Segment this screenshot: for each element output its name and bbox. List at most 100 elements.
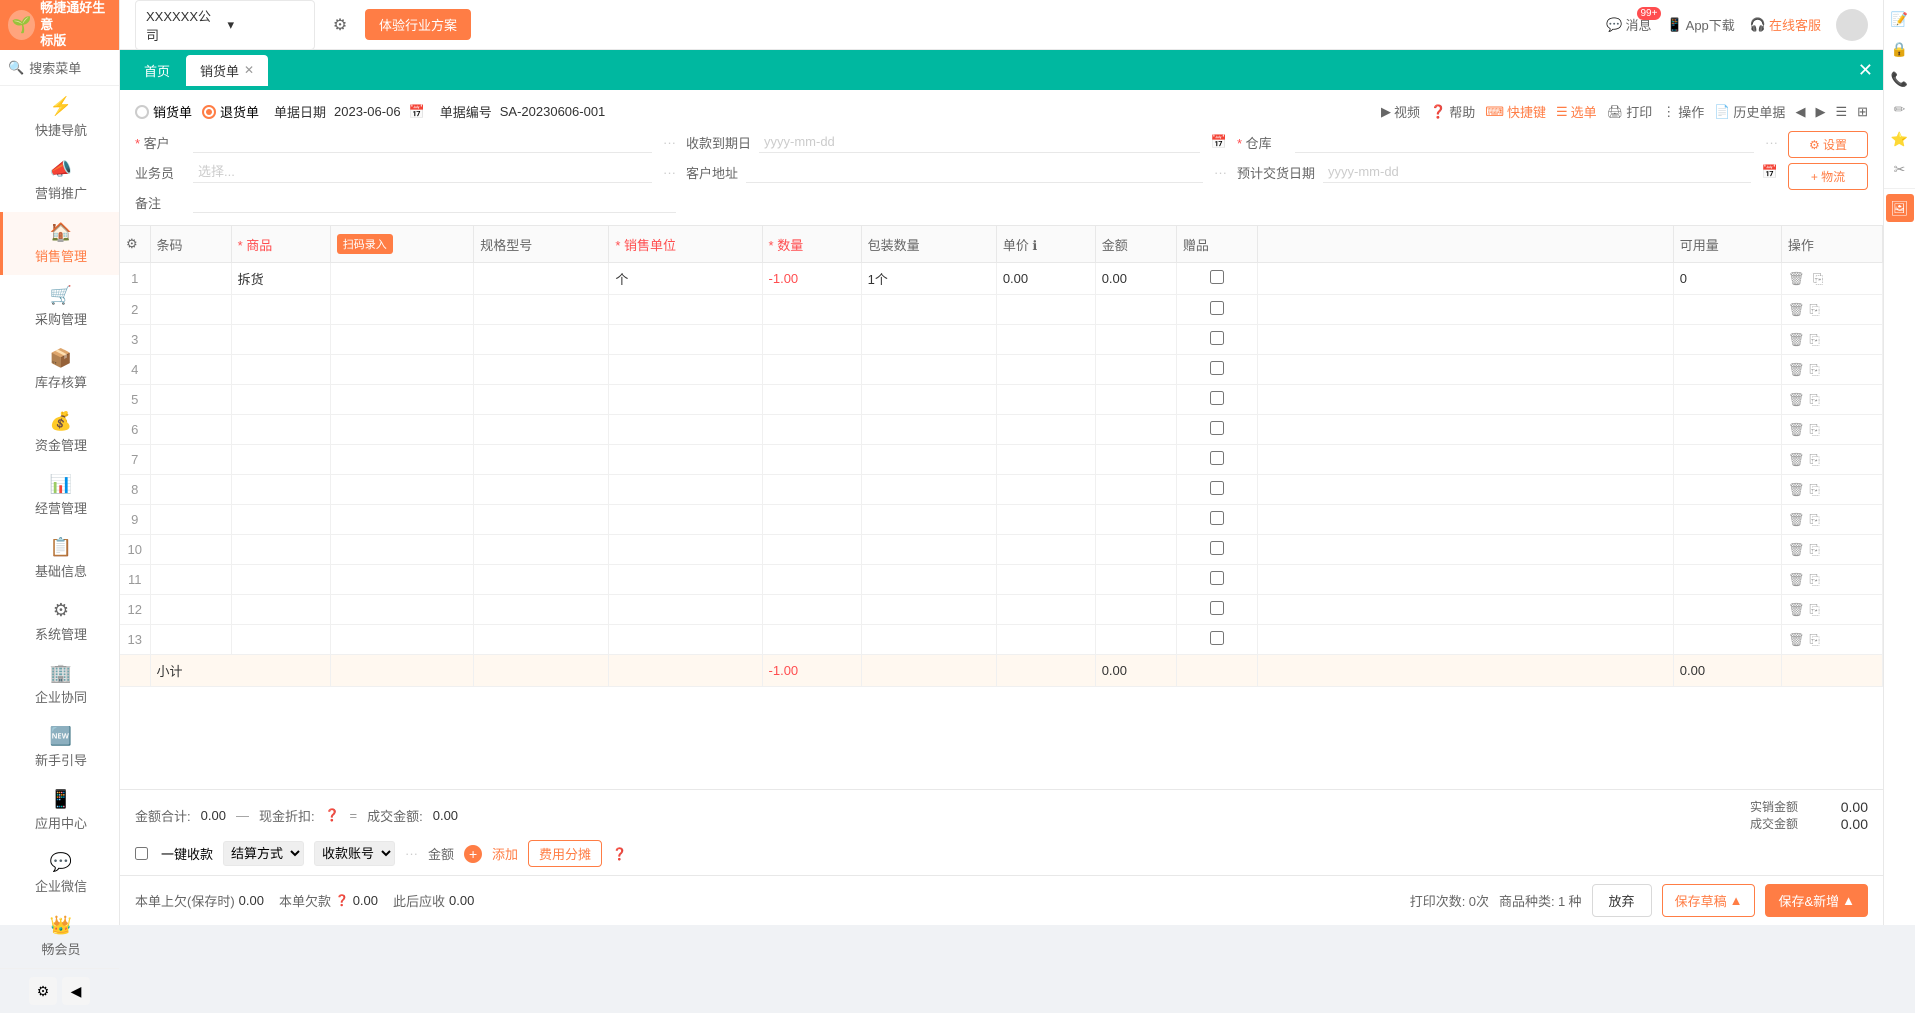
cell-unit-1[interactable]: 个 [609,263,762,295]
gift-checkbox-1[interactable] [1210,270,1224,284]
shortcut-btn[interactable]: ⌨快捷键 [1485,102,1546,121]
delete-row-3-btn[interactable]: 🗑 [1788,332,1805,347]
cell-unit-price-1[interactable]: 0.00 [996,263,1095,295]
scan-btn[interactable]: 扫码录入 [337,234,393,254]
sidebar-item-operations[interactable]: 📊 经营管理 [0,464,119,527]
delete-row-12-btn[interactable]: 🗑 [1788,602,1805,617]
sidebar-item-inventory[interactable]: 📦 库存核算 [0,338,119,401]
radio-return-order[interactable]: 退货单 [202,102,259,121]
user-avatar[interactable] [1836,9,1868,41]
settings-button[interactable]: ⚙ 设置 [1788,131,1868,158]
expense-btn[interactable]: 费用分摊 [528,840,602,867]
copy-row-2-btn[interactable]: ⎘ [1809,302,1819,317]
sidebar-collapse-btn[interactable]: ◀ [62,977,90,1005]
prev-btn[interactable]: ◀ [1795,104,1805,120]
sidebar-item-system[interactable]: ⚙ 系统管理 [0,590,119,653]
copy-row-11-btn[interactable]: ⎘ [1809,572,1819,587]
close-all-tabs-btn[interactable]: ✕ [1858,60,1873,81]
gift-checkbox-3[interactable] [1210,331,1224,345]
trial-btn[interactable]: 体验行业方案 [365,9,471,40]
payment-cal-icon[interactable]: 📅 [1211,134,1227,150]
address-more-icon[interactable]: ··· [1214,165,1227,180]
add-payment-btn[interactable]: + [464,845,482,863]
customer-address-input[interactable] [746,161,1203,183]
delete-row-9-btn[interactable]: 🗑 [1788,512,1805,527]
cell-quantity-1[interactable]: -1.00 [762,263,861,295]
salesperson-more-icon[interactable]: ··· [663,165,676,180]
select-btn[interactable]: ☰选单 [1556,102,1597,121]
grid-view-btn[interactable]: ⊞ [1857,104,1868,120]
cell-barcode-2[interactable] [150,295,231,325]
debt-help-icon[interactable]: ❓ [335,894,349,907]
right-panel-btn-4[interactable]: ✏ [1886,95,1914,123]
delete-row-10-btn[interactable]: 🗑 [1788,542,1805,557]
sidebar-search[interactable]: 🔍 搜索菜单 [0,50,119,86]
gift-checkbox-12[interactable] [1210,601,1224,615]
gift-checkbox-13[interactable] [1210,631,1224,645]
help-btn[interactable]: ❓帮助 [1430,102,1475,121]
save-draft-btn[interactable]: 保存草稿 ▲ [1662,884,1756,917]
gift-checkbox-9[interactable] [1210,511,1224,525]
sidebar-item-wechat[interactable]: 💬 企业微信 [0,842,119,905]
cell-spec-1[interactable] [330,263,473,295]
copy-row-10-btn[interactable]: ⎘ [1809,542,1819,557]
cell-pack-qty-1[interactable]: 1个 [861,263,996,295]
cell-gift-1[interactable] [1176,263,1257,295]
discount-help-icon[interactable]: ❓ [325,808,340,822]
copy-row-4-btn[interactable]: ⎘ [1809,362,1819,377]
sidebar-item-quick-nav[interactable]: ⚡ 快捷导航 [0,86,119,149]
cell-amount-1[interactable]: 0.00 [1095,263,1176,295]
logistics-button[interactable]: + 物流 [1788,163,1868,190]
sidebar-item-marketing[interactable]: 📣 营销推广 [0,149,119,212]
company-selector[interactable]: XXXXXX公司 ▾ [135,0,315,50]
copy-row-3-btn[interactable]: ⎘ [1809,332,1819,347]
settlement-select[interactable]: 结算方式 [223,841,304,866]
abandon-btn[interactable]: 放弃 [1592,884,1652,917]
cell-barcode-1[interactable] [150,263,231,295]
message-btn[interactable]: 💬 消息 99+ [1606,15,1651,34]
sidebar-settings-btn[interactable]: ⚙ [29,977,57,1005]
gift-checkbox-6[interactable] [1210,421,1224,435]
salesperson-input[interactable] [193,161,652,183]
remarks-input[interactable] [193,191,676,213]
sidebar-item-purchase[interactable]: 🛒 采购管理 [0,275,119,338]
gift-checkbox-10[interactable] [1210,541,1224,555]
radio-sales-order[interactable]: 销货单 [135,102,192,121]
warehouse-input[interactable]: 建材仓 [1295,131,1754,153]
one-click-pay-checkbox[interactable] [135,847,148,860]
delete-row-2-btn[interactable]: 🗑 [1788,302,1805,317]
delete-row-6-btn[interactable]: 🗑 [1788,422,1805,437]
history-btn[interactable]: 📄历史单据 [1714,102,1785,121]
gift-checkbox-8[interactable] [1210,481,1224,495]
sidebar-item-corp[interactable]: 🏢 企业协同 [0,653,119,716]
cell-specmodel-1[interactable] [474,263,609,295]
sidebar-item-sales[interactable]: 🏠 销售管理 [0,212,119,275]
right-panel-btn-6[interactable]: ✂ [1886,155,1914,183]
gift-checkbox-5[interactable] [1210,391,1224,405]
copy-row-9-btn[interactable]: ⎘ [1809,512,1819,527]
account-select[interactable]: 收款账号 [314,841,395,866]
customer-more-icon[interactable]: ··· [663,135,676,150]
copy-row-13-btn[interactable]: ⎘ [1809,632,1819,647]
tab-close-icon[interactable]: ✕ [244,63,254,77]
cell-product-1[interactable]: 拆货 [231,263,330,295]
tab-home[interactable]: 首页 [130,55,184,86]
settings-gear-btn[interactable]: ⚙ [325,10,355,40]
gift-checkbox-2[interactable] [1210,301,1224,315]
print-btn[interactable]: 🖨打印 [1607,102,1653,121]
right-panel-btn-7[interactable]: 🖼 [1886,194,1914,222]
right-panel-btn-3[interactable]: 📞 [1886,65,1914,93]
delete-row-8-btn[interactable]: 🗑 [1788,482,1805,497]
payment-date-input[interactable] [759,131,1200,153]
delivery-date-input[interactable] [1323,161,1751,183]
copy-row-6-btn[interactable]: ⎘ [1809,422,1819,437]
right-panel-btn-1[interactable]: 📝 [1886,5,1914,33]
copy-row-7-btn[interactable]: ⎘ [1809,452,1819,467]
next-btn[interactable]: ▶ [1815,104,1825,120]
save-new-btn[interactable]: 保存&新增 ▲ [1765,884,1868,917]
sidebar-item-guide[interactable]: 🆕 新手引导 [0,716,119,779]
customer-input[interactable] [193,131,652,153]
gift-checkbox-4[interactable] [1210,361,1224,375]
delete-row-11-btn[interactable]: 🗑 [1788,572,1805,587]
expense-help-icon[interactable]: ❓ [612,847,627,861]
